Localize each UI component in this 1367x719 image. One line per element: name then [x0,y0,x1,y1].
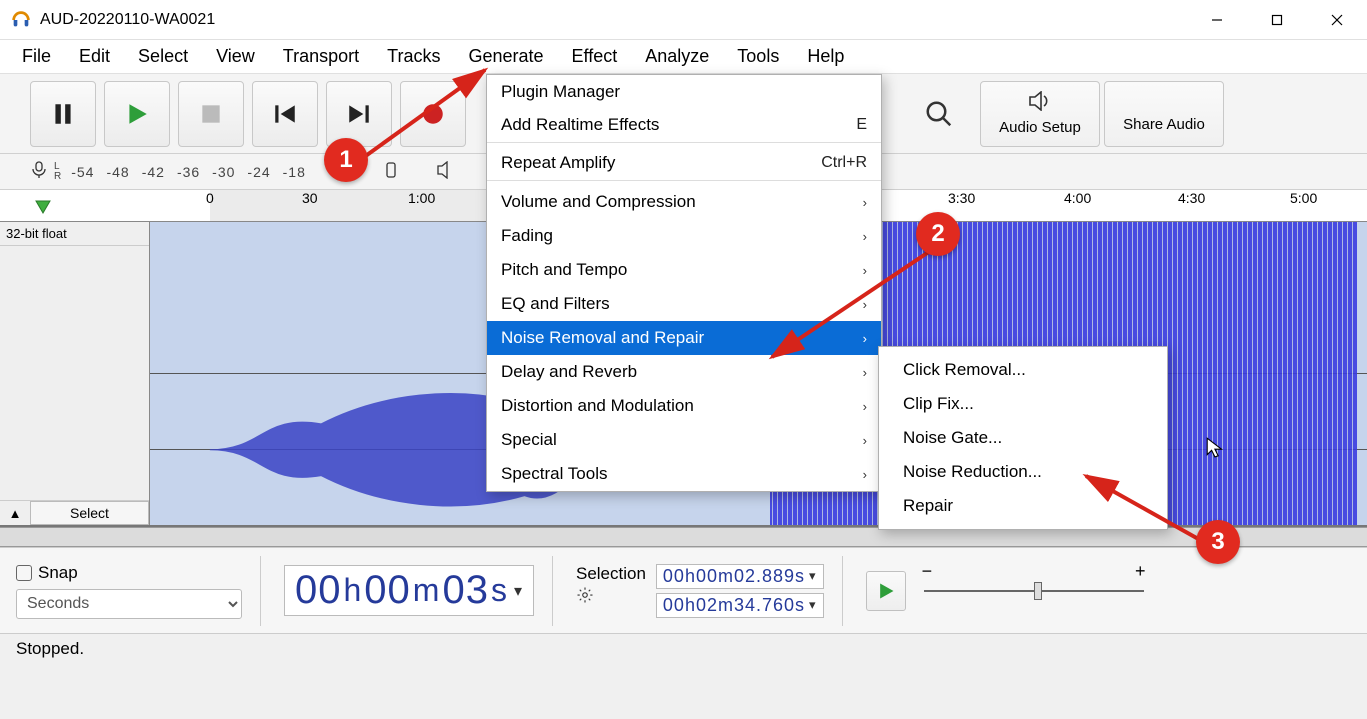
meter-l-label: L [54,162,61,172]
track-format-label: 32-bit float [0,222,149,246]
app-root: AUD-20220110-WA0021 File Edit Select Vie… [0,0,1367,719]
menu-view[interactable]: View [202,42,269,71]
track-select-button[interactable]: Select [30,501,149,525]
chevron-right-icon: › [863,399,867,414]
tick-label: 5:00 [1290,190,1317,206]
submenu-noise-gate[interactable]: Noise Gate... [879,421,1167,455]
menu-edit[interactable]: Edit [65,42,124,71]
playhead-icon[interactable] [34,198,52,221]
chevron-down-icon[interactable]: ▾ [809,597,817,613]
microphone-icon[interactable] [30,161,48,182]
db-scale: -54 -48 -42 -36 -30 -24 -18 [71,164,306,180]
menu-repeat-last[interactable]: Repeat AmplifyCtrl+R [487,147,881,181]
chevron-right-icon: › [863,195,867,210]
gear-icon[interactable] [576,586,594,609]
tick-label: 0 [206,190,214,206]
selection-start-display[interactable]: 00h00m02.889s▾ [656,564,824,589]
title-bar: AUD-20220110-WA0021 [0,0,1367,40]
tick-label: 3:30 [948,190,975,206]
menu-tools[interactable]: Tools [723,42,793,71]
menu-distortion-modulation[interactable]: Distortion and Modulation› [487,389,881,423]
annotation-marker-1: 1 [324,138,368,182]
menu-file[interactable]: File [8,42,65,71]
track-control-panel[interactable]: 32-bit float ▲ Select [0,222,150,525]
chevron-right-icon: › [863,467,867,482]
maximize-button[interactable] [1247,0,1307,40]
minus-icon: − [922,561,933,582]
tick-label: 4:30 [1178,190,1205,206]
menu-analyze[interactable]: Analyze [631,42,723,71]
tick-label: 4:00 [1064,190,1091,206]
tick-label: 30 [302,190,318,206]
skip-start-button[interactable] [252,81,318,147]
audacity-icon [10,9,32,31]
menu-special[interactable]: Special› [487,423,881,457]
menu-spectral-tools[interactable]: Spectral Tools› [487,457,881,491]
time-position-display[interactable]: 00h00m03s▾ [284,565,534,616]
menu-help[interactable]: Help [793,42,858,71]
selection-end-display[interactable]: 00h02m34.760s▾ [656,593,824,618]
share-audio-label: Share Audio [1123,116,1205,133]
snap-label: Snap [38,563,78,583]
snap-checkbox[interactable] [16,565,32,581]
zoom-icon[interactable] [924,99,954,129]
audio-setup-label: Audio Setup [999,119,1081,136]
slider-thumb[interactable] [1034,582,1042,600]
chevron-right-icon: › [863,433,867,448]
annotation-arrow-2 [760,235,960,375]
submenu-clip-fix[interactable]: Clip Fix... [879,387,1167,421]
play-button[interactable] [104,81,170,147]
window-title: AUD-20220110-WA0021 [40,11,215,29]
play-at-speed-button[interactable] [866,571,906,611]
close-button[interactable] [1307,0,1367,40]
selection-label: Selection [576,564,646,584]
speaker-icon [1027,91,1053,115]
minimize-button[interactable] [1187,0,1247,40]
menu-plugin-manager[interactable]: Plugin Manager [487,75,881,109]
window-controls [1187,0,1367,40]
meter-r-label: R [54,172,61,182]
playback-speed-slider[interactable]: − + [924,577,1144,605]
chevron-down-icon[interactable]: ▾ [514,581,523,601]
pause-button[interactable] [30,81,96,147]
snap-unit-select[interactable]: Seconds [16,589,242,619]
status-text: Stopped. [16,639,84,659]
audio-setup-button[interactable]: Audio Setup [980,81,1100,147]
annotation-arrow-1 [350,60,510,170]
annotation-marker-2: 2 [916,212,960,256]
menu-volume-compression[interactable]: Volume and Compression› [487,185,881,219]
status-bar: Stopped. [0,633,1367,663]
menu-select[interactable]: Select [124,42,202,71]
collapse-icon[interactable]: ▲ [0,506,30,521]
share-audio-button[interactable]: Share Audio [1104,81,1224,147]
menu-effect[interactable]: Effect [558,42,632,71]
menu-bar: File Edit Select View Transport Tracks G… [0,40,1367,74]
menu-add-realtime[interactable]: Add Realtime EffectsE [487,109,881,143]
mouse-cursor-icon [1205,436,1227,463]
stop-button[interactable] [178,81,244,147]
tick-label: 1:00 [408,190,435,206]
chevron-down-icon[interactable]: ▾ [809,568,817,584]
annotation-marker-3: 3 [1196,520,1240,564]
